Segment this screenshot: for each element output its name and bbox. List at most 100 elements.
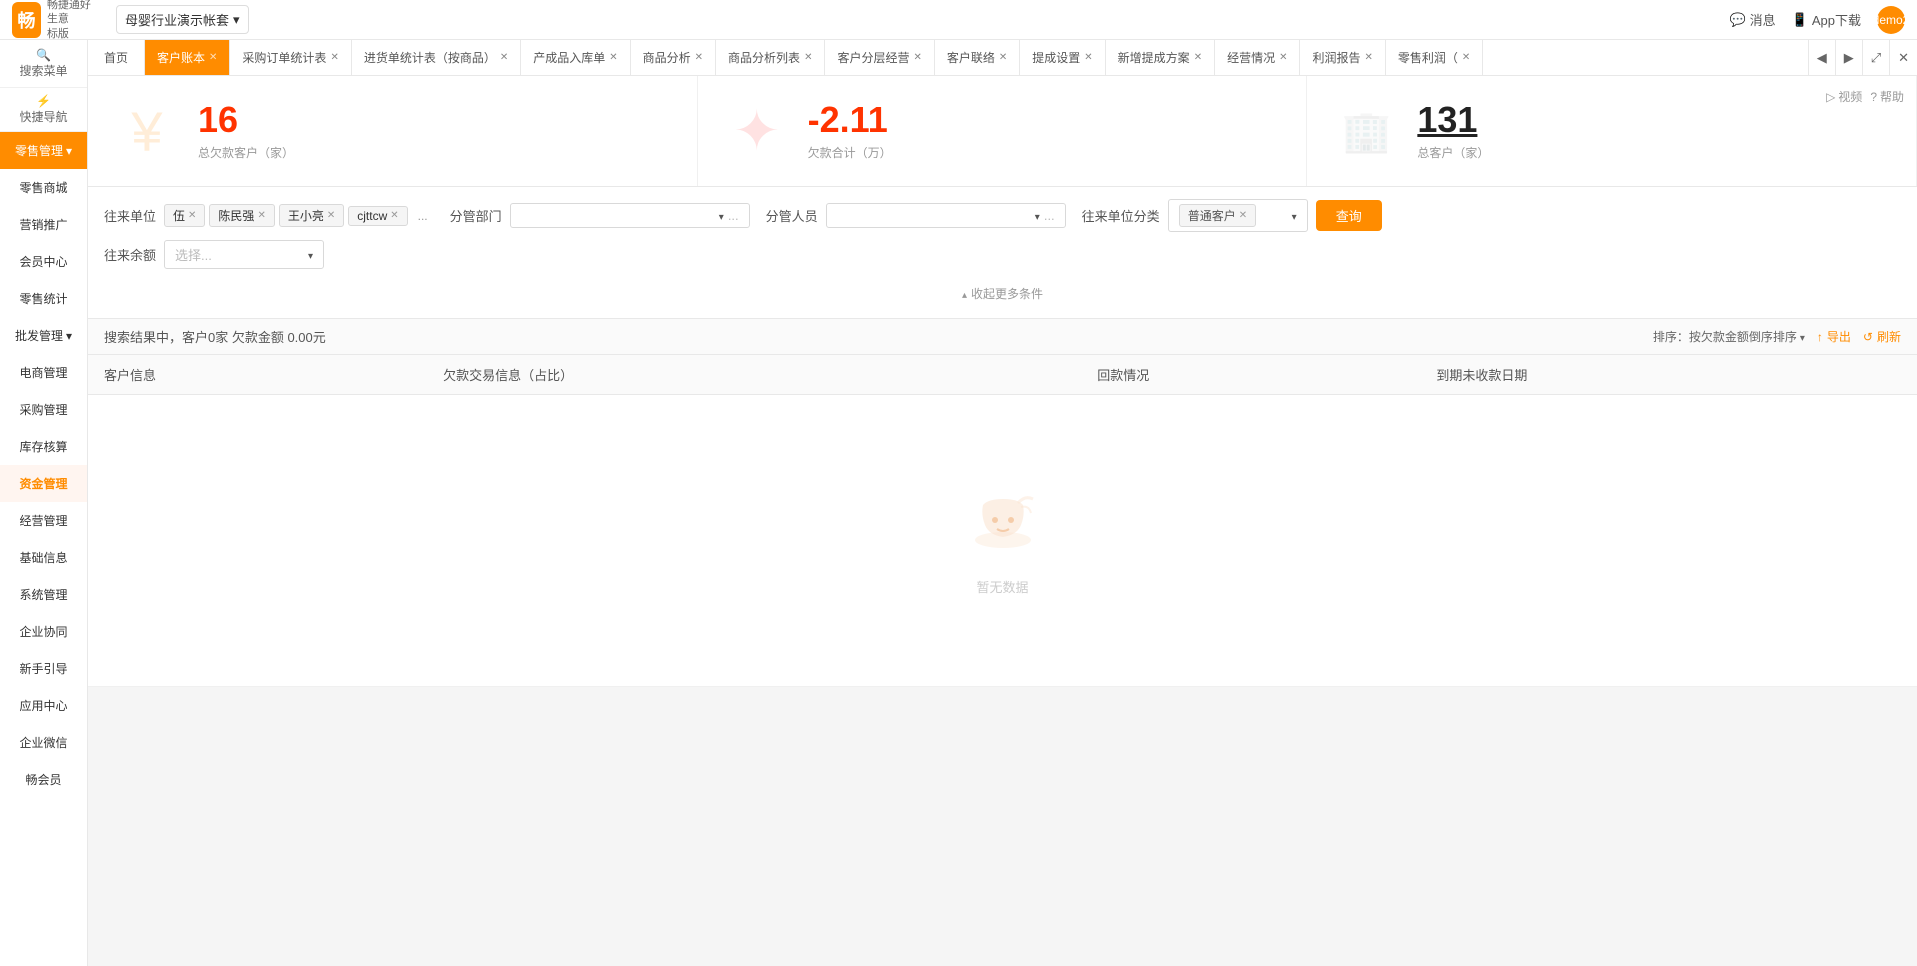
- collapse-button[interactable]: 收起更多条件: [950, 281, 1055, 306]
- sidebar-item-purchase[interactable]: 采购管理: [0, 391, 87, 428]
- filter-row-2: 往来余额 选择...: [104, 240, 1901, 269]
- sidebar-item-marketing[interactable]: 营销推广: [0, 206, 87, 243]
- tab-next-button[interactable]: ▶: [1835, 40, 1862, 76]
- tab-purchase-order[interactable]: 采购订单统计表 ✕: [230, 40, 351, 76]
- main-layout: 🔍 搜索菜单 ⚡ 快捷导航 零售管理 ▾ 零售商城 营销推广 会员中心 零售统计: [0, 40, 1917, 966]
- tab-retail-profit[interactable]: 零售利润（ ✕: [1386, 40, 1483, 76]
- tab-close-icon[interactable]: ✕: [209, 52, 217, 63]
- tab-inbound-stats[interactable]: 进货单统计表（按商品） ✕: [352, 40, 521, 76]
- sidebar-item-collab[interactable]: 企业协同: [0, 613, 87, 650]
- sidebar-item-wechat[interactable]: 企业微信: [0, 724, 87, 761]
- video-button[interactable]: ▷ 视频: [1826, 88, 1862, 105]
- tab-operation[interactable]: 经营情况 ✕: [1215, 40, 1300, 76]
- col-due-date: 到期未收款日期: [1420, 355, 1917, 395]
- sidebar-item-inventory[interactable]: 库存核算: [0, 428, 87, 465]
- stat-total-owe-customers: ¥ 16 总欠款客户（家）: [88, 76, 698, 186]
- sidebar-item-member2[interactable]: 畅会员: [0, 761, 87, 798]
- sidebar-item-system[interactable]: 系统管理: [0, 576, 87, 613]
- export-button[interactable]: ↑ 导出: [1817, 328, 1851, 345]
- filter-area: 往来单位 伍 ✕ 陈民强 ✕ 王小亮: [88, 187, 1917, 319]
- sidebar-item-ecommerce[interactable]: 电商管理: [0, 354, 87, 391]
- sidebar-search[interactable]: 🔍 搜索菜单: [0, 40, 87, 88]
- stat-value-owe: -2.11: [808, 102, 892, 138]
- stat-label-owe: 欠款合计（万）: [808, 144, 892, 161]
- stat-video-help: ▷ 视频 ? 帮助: [1826, 88, 1904, 105]
- tab-new-commission[interactable]: 新增提成方案 ✕: [1106, 40, 1215, 76]
- filter-tag-close[interactable]: ✕: [390, 210, 398, 221]
- tab-goods-analysis[interactable]: 商品分析 ✕: [631, 40, 716, 76]
- dept-select[interactable]: ...: [510, 203, 750, 228]
- query-button[interactable]: 查询: [1316, 200, 1382, 231]
- tab-commission-settings[interactable]: 提成设置 ✕: [1020, 40, 1105, 76]
- tab-expand-button[interactable]: ⤢: [1862, 40, 1889, 76]
- balance-label: 往来余额: [104, 245, 156, 264]
- sidebar-item-retail[interactable]: 零售管理 ▾: [0, 132, 87, 169]
- sidebar-item-retail-mall[interactable]: 零售商城: [0, 169, 87, 206]
- filter-tag-close[interactable]: ✕: [257, 210, 265, 221]
- dept-dots[interactable]: ...: [728, 208, 739, 223]
- stat-value-total: 131: [1417, 102, 1489, 138]
- help-button[interactable]: ? 帮助: [1870, 88, 1904, 105]
- sidebar-item-wholesale[interactable]: 批发管理 ▾: [0, 317, 87, 354]
- quick-nav[interactable]: ⚡ 快捷导航: [0, 88, 87, 132]
- sidebar-item-operation[interactable]: 经营管理: [0, 502, 87, 539]
- avatar[interactable]: demo2: [1877, 6, 1905, 34]
- sort-select[interactable]: 排序：按欠款金额倒序排序: [1653, 328, 1805, 345]
- tab-home[interactable]: 首页: [88, 40, 145, 76]
- unit-label: 往来单位: [104, 206, 156, 225]
- filter-tag-wang[interactable]: 王小亮 ✕: [279, 204, 344, 227]
- sidebar-item-retail-stats[interactable]: 零售统计: [0, 280, 87, 317]
- person-select[interactable]: ...: [826, 203, 1066, 228]
- tab-close-icon[interactable]: ✕: [1084, 52, 1092, 63]
- tab-close-icon[interactable]: ✕: [804, 52, 812, 63]
- app-download-button[interactable]: 📱 App下载: [1792, 10, 1861, 29]
- filter-tag-wu[interactable]: 伍 ✕: [164, 204, 205, 227]
- company-selector[interactable]: 母婴行业演示帐套 ▾: [116, 5, 249, 34]
- tab-close-icon[interactable]: ✕: [913, 52, 921, 63]
- dept-label: 分管部门: [450, 206, 502, 225]
- chevron-up-icon: [962, 287, 967, 301]
- tab-product-inbound[interactable]: 产成品入库单 ✕: [521, 40, 630, 76]
- tab-goods-analysis-list[interactable]: 商品分析列表 ✕: [716, 40, 825, 76]
- tab-close-icon[interactable]: ✕: [500, 52, 508, 63]
- message-button[interactable]: 💬 消息: [1729, 10, 1775, 29]
- tab-close-icon[interactable]: ✕: [1462, 52, 1470, 63]
- refresh-icon: ↺: [1863, 330, 1873, 344]
- sidebar-item-finance[interactable]: 资金管理: [0, 465, 87, 502]
- filter-tag-close[interactable]: ✕: [188, 210, 196, 221]
- stat-label-total: 总客户（家）: [1417, 144, 1489, 161]
- sidebar-item-app-center[interactable]: 应用中心: [0, 687, 87, 724]
- results-summary: 搜索结果中，客户0家 欠款金额 0.00元: [104, 327, 326, 346]
- sidebar-item-member[interactable]: 会员中心: [0, 243, 87, 280]
- table-empty-row: 暂无数据: [88, 395, 1917, 687]
- tab-customer-contact[interactable]: 客户联络 ✕: [935, 40, 1020, 76]
- filter-tag-close[interactable]: ✕: [327, 210, 335, 221]
- filter-tag-close[interactable]: ✕: [1239, 210, 1247, 221]
- stat-icon-total: 🏢: [1331, 96, 1401, 166]
- sidebar-item-guide[interactable]: 新手引导: [0, 650, 87, 687]
- tab-close-icon[interactable]: ✕: [999, 52, 1007, 63]
- tab-close-icon[interactable]: ✕: [609, 52, 617, 63]
- tab-close-icon[interactable]: ✕: [695, 52, 703, 63]
- tab-customer-segment[interactable]: 客户分层经营 ✕: [825, 40, 934, 76]
- tab-profit-report[interactable]: 利润报告 ✕: [1300, 40, 1385, 76]
- tab-close-icon[interactable]: ✕: [1279, 52, 1287, 63]
- category-select[interactable]: 普通客户 ✕: [1168, 199, 1308, 232]
- person-dots[interactable]: ...: [1044, 208, 1055, 223]
- results-bar: 搜索结果中，客户0家 欠款金额 0.00元 排序：按欠款金额倒序排序 ↑ 导出 …: [88, 319, 1917, 355]
- filter-tag-cjttcw[interactable]: cjttcw ✕: [348, 206, 407, 226]
- tab-close-icon[interactable]: ✕: [330, 52, 338, 63]
- filter-row-1: 往来单位 伍 ✕ 陈民强 ✕ 王小亮: [104, 199, 1901, 232]
- sidebar-item-basic-info[interactable]: 基础信息: [0, 539, 87, 576]
- tab-close-all-button[interactable]: ✕: [1889, 40, 1917, 76]
- refresh-button[interactable]: ↺ 刷新: [1863, 328, 1901, 345]
- filter-more-btn[interactable]: ...: [412, 207, 434, 225]
- filter-tag-chen[interactable]: 陈民强 ✕: [209, 204, 274, 227]
- tab-close-icon[interactable]: ✕: [1365, 52, 1373, 63]
- search-label: 搜索菜单: [8, 62, 79, 79]
- stat-total-customers: 🏢 131 总客户（家） ▷ 视频 ? 帮助: [1307, 76, 1917, 186]
- tab-close-icon[interactable]: ✕: [1194, 52, 1202, 63]
- balance-select[interactable]: 选择...: [164, 240, 324, 269]
- tab-prev-button[interactable]: ◀: [1808, 40, 1835, 76]
- tab-customer-ledger[interactable]: 客户账本 ✕: [145, 40, 230, 76]
